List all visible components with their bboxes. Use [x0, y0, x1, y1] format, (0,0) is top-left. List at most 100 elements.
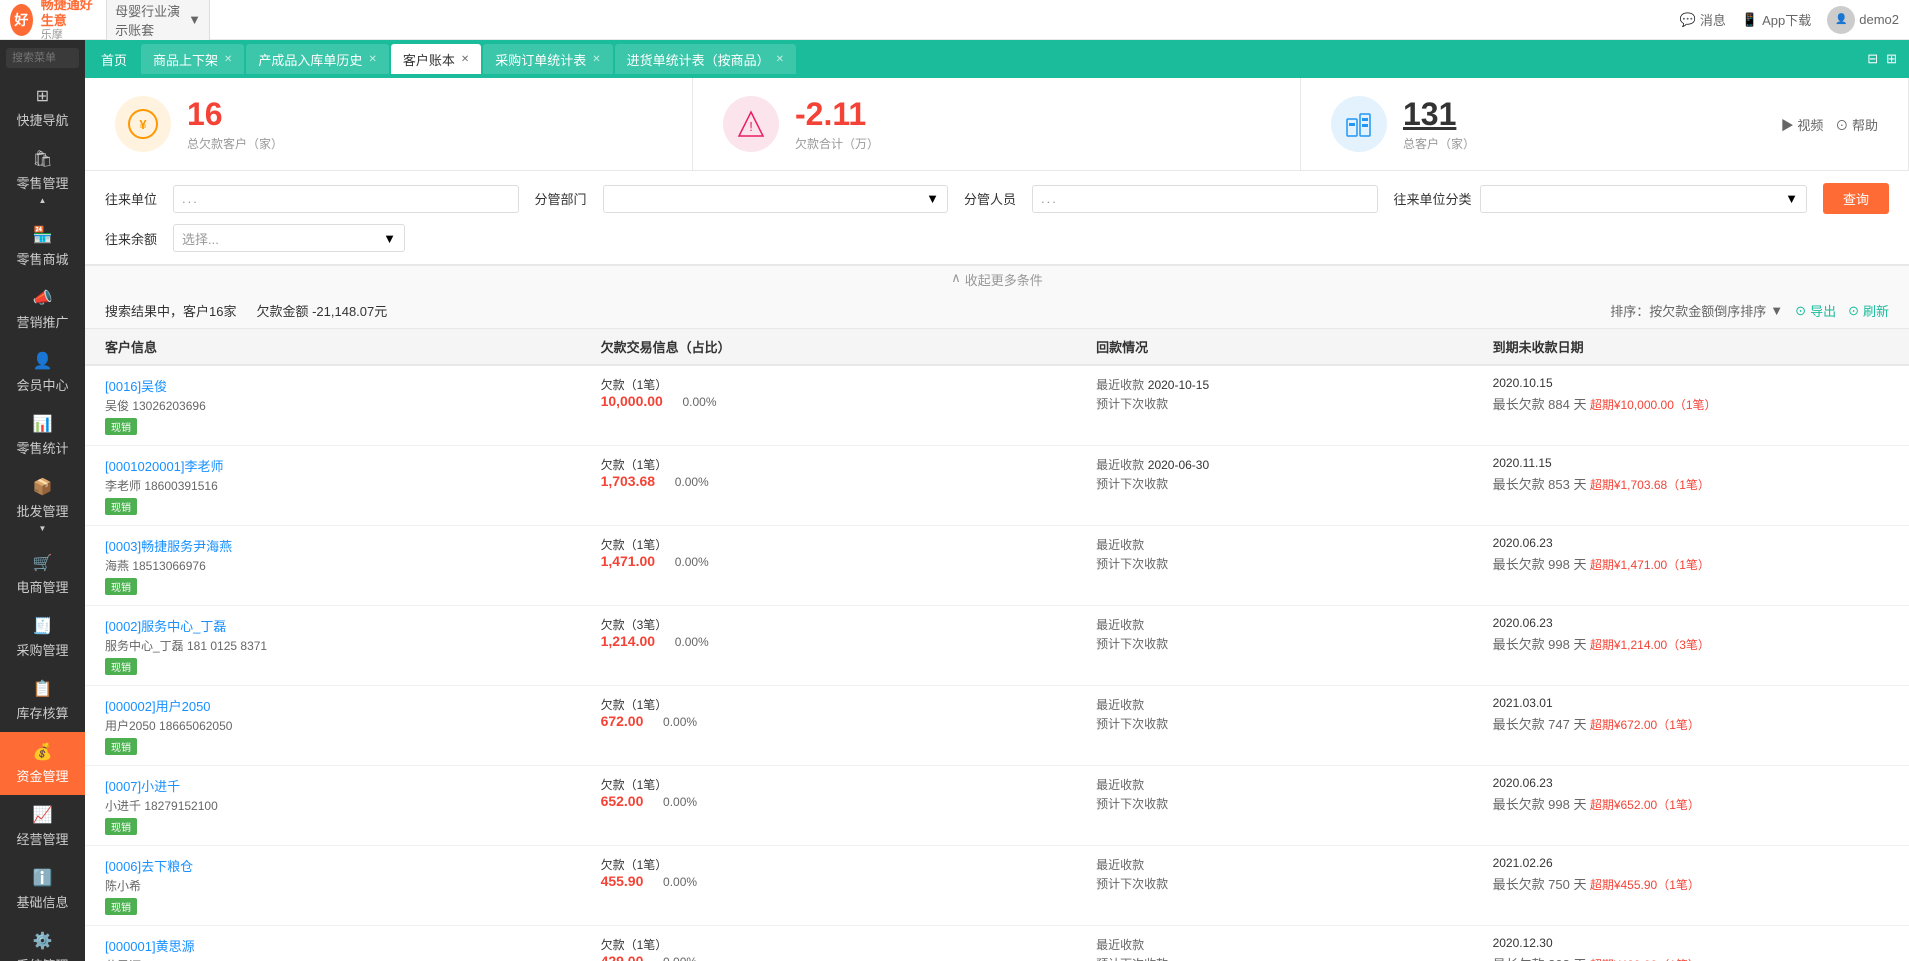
- sidebar-item-ecommerce[interactable]: 🛒 电商管理: [0, 543, 85, 606]
- customer-phone-3: 服务中心_丁磊 181 0125 8371: [105, 637, 601, 654]
- table-row: [0016]吴俊 吴俊 13026203696 现销 欠款（1笔） 10,000…: [85, 366, 1909, 446]
- overdue-days-3: 最长欠款 998 天: [1493, 637, 1587, 652]
- debt-amount-1: 1,703.68: [601, 473, 656, 489]
- dots-icon: ...: [1041, 191, 1058, 206]
- sidebar-item-retail-stats[interactable]: 📊 零售统计: [0, 404, 85, 467]
- tab-minimize-icon[interactable]: ⊟: [1867, 51, 1878, 67]
- customer-phone-2: 海燕 18513066976: [105, 557, 601, 574]
- stat-icon-debtors: ¥: [115, 96, 171, 152]
- tab-label: 采购订单统计表: [495, 50, 586, 69]
- overdue-amount-6[interactable]: 超期¥455.90（1笔）: [1590, 878, 1700, 892]
- debt-amount-7: 429.00: [601, 953, 644, 961]
- overdue-amount-3[interactable]: 超期¥1,214.00（3笔）: [1590, 638, 1710, 652]
- next-pay-label-3: 预计下次收款: [1096, 635, 1492, 652]
- customer-phone-6: 陈小希: [105, 877, 601, 894]
- industry-selector[interactable]: 母婴行业演示账套 ▼: [106, 0, 210, 42]
- message-action[interactable]: 💬 消息: [1680, 10, 1726, 29]
- sidebar-item-sys-mgmt[interactable]: ⚙️ 系统管理: [0, 921, 85, 961]
- tab-product-updown[interactable]: 商品上下架 ✕: [141, 44, 244, 74]
- customer-name-1[interactable]: [0001020001]李老师: [105, 459, 224, 474]
- sidebar-item-purchase[interactable]: 🧾 采购管理: [0, 606, 85, 669]
- customer-name-3[interactable]: [0002]服务中心_丁磊: [105, 619, 226, 634]
- export-button[interactable]: ⊙ 导出: [1795, 301, 1836, 320]
- sidebar-item-inventory[interactable]: 📋 库存核算: [0, 669, 85, 732]
- main-layout: ⊞ 快捷导航 🛍 零售管理 ▲ 🏪 零售商城 📣 营销推广 👤 会员中心 �: [0, 40, 1909, 961]
- overdue-amount-1[interactable]: 超期¥1,703.68（1笔）: [1590, 478, 1710, 492]
- stat-value-debt-total: -2.11: [795, 96, 879, 133]
- retail-mgmt-icon: 🛍: [32, 149, 52, 169]
- customer-name-6[interactable]: [0006]去下粮仓: [105, 859, 193, 874]
- sidebar-item-retail-mgmt[interactable]: 🛍 零售管理 ▲: [0, 139, 85, 215]
- tab-close-icon[interactable]: ✕: [592, 54, 600, 65]
- collapse-row[interactable]: ∧ 收起更多条件: [85, 265, 1909, 293]
- tab-close-icon[interactable]: ✕: [224, 54, 232, 65]
- filter-manager-input[interactable]: ...: [1032, 185, 1378, 213]
- sidebar-item-basic-info[interactable]: ℹ️ 基础信息: [0, 858, 85, 921]
- expand-icon: ▼: [39, 524, 47, 533]
- tab-close-icon[interactable]: ✕: [368, 54, 376, 65]
- overdue-amount-0[interactable]: 超期¥10,000.00（1笔）: [1590, 398, 1717, 412]
- return-info-1: 最近收款 2020-06-30 预计下次收款: [1096, 456, 1492, 492]
- refresh-button[interactable]: ⊙ 刷新: [1848, 301, 1889, 320]
- finance-icon: 💰: [33, 742, 53, 762]
- tab-expand-icon[interactable]: ⊞: [1886, 51, 1897, 67]
- sidebar-item-label: 基础信息: [16, 892, 68, 911]
- debt-percent-3: 0.00%: [675, 635, 709, 649]
- return-info-7: 最近收款 预计下次收款: [1096, 936, 1492, 961]
- customer-name-0[interactable]: [0016]吴俊: [105, 379, 167, 394]
- tab-inbound-stats[interactable]: 进货单统计表（按商品） ✕: [615, 44, 796, 74]
- sidebar: ⊞ 快捷导航 🛍 零售管理 ▲ 🏪 零售商城 📣 营销推广 👤 会员中心 �: [0, 40, 85, 961]
- sidebar-item-retail-shop[interactable]: 🏪 零售商城: [0, 215, 85, 278]
- sidebar-item-label: 采购管理: [16, 640, 68, 659]
- sidebar-item-marketing[interactable]: 📣 营销推广: [0, 278, 85, 341]
- table-row: [0002]服务中心_丁磊 服务中心_丁磊 181 0125 8371 现销 欠…: [85, 606, 1909, 686]
- tab-close-icon[interactable]: ✕: [776, 54, 784, 65]
- search-button[interactable]: 查询: [1823, 183, 1889, 214]
- video-action[interactable]: ▶ 视频: [1781, 115, 1824, 134]
- customer-name-5[interactable]: [0007]小进千: [105, 779, 180, 794]
- filter-manager: 分管人员 ...: [964, 185, 1378, 213]
- debt-count-3: 欠款（3笔）: [601, 616, 1097, 633]
- debt-amount-6: 455.90: [601, 873, 644, 889]
- filter-balance-select[interactable]: 选择... ▼: [173, 224, 405, 252]
- sidebar-item-quick-nav[interactable]: ⊞ 快捷导航: [0, 76, 85, 139]
- debt-count-2: 欠款（1笔）: [601, 536, 1097, 553]
- tab-customer-account[interactable]: 客户账本 ✕: [391, 44, 481, 74]
- filter-unit-category-select[interactable]: ▼: [1480, 185, 1807, 213]
- overdue-amount-5[interactable]: 超期¥652.00（1笔）: [1590, 798, 1700, 812]
- stat-card-total-customers: 131 总客户（家） ▶ 视频 ⊙ 帮助: [1301, 78, 1909, 170]
- debt-count-5: 欠款（1笔）: [601, 776, 1097, 793]
- table-row: [000002]用户2050 用户2050 18665062050 现销 欠款（…: [85, 686, 1909, 766]
- sidebar-item-wholesale-mgmt[interactable]: 📦 批发管理 ▼: [0, 467, 85, 543]
- stat-card-debt-total: ! -2.11 欠款合计（万）: [693, 78, 1301, 170]
- filter-source-unit-input[interactable]: ...: [173, 185, 519, 213]
- next-pay-label-6: 预计下次收款: [1096, 875, 1492, 892]
- tab-home[interactable]: 首页: [89, 44, 139, 74]
- user-action[interactable]: 👤 demo2: [1827, 6, 1899, 34]
- sidebar-search-input[interactable]: [6, 48, 79, 68]
- customer-phone-4: 用户2050 18665062050: [105, 717, 601, 734]
- tab-product-history[interactable]: 产成品入库单历史 ✕: [246, 44, 388, 74]
- tab-close-icon[interactable]: ✕: [461, 54, 469, 65]
- filter-row-2: 往来余额 选择... ▼: [105, 224, 1889, 252]
- sidebar-item-ops[interactable]: 📈 经营管理: [0, 795, 85, 858]
- filter-unit-category-label: 往来单位分类: [1394, 189, 1472, 208]
- app-download-action[interactable]: 📱 App下载: [1742, 10, 1811, 29]
- customer-name-7[interactable]: [000001]黄思源: [105, 939, 195, 954]
- sidebar-item-finance[interactable]: 💰 资金管理: [0, 732, 85, 795]
- help-action[interactable]: ⊙ 帮助: [1835, 115, 1878, 134]
- overdue-amount-4[interactable]: 超期¥672.00（1笔）: [1590, 718, 1700, 732]
- overdue-amount-2[interactable]: 超期¥1,471.00（1笔）: [1590, 558, 1710, 572]
- customer-name-2[interactable]: [0003]畅捷服务尹海燕: [105, 539, 232, 554]
- sidebar-item-member-center[interactable]: 👤 会员中心: [0, 341, 85, 404]
- help-icon: ⊙: [1835, 118, 1848, 133]
- customer-name-4[interactable]: [000002]用户2050: [105, 699, 211, 714]
- filter-department-select[interactable]: ▼: [603, 185, 949, 213]
- industry-label: 母婴行业演示账套: [115, 1, 184, 39]
- debt-info-7: 欠款（1笔） 429.00 0.00%: [601, 936, 1097, 961]
- tab-purchase-order-stats[interactable]: 采购订单统计表 ✕: [483, 44, 612, 74]
- overdue-days-6: 最长欠款 750 天: [1493, 877, 1587, 892]
- filter-area: 往来单位 ... 分管部门 ▼: [85, 171, 1909, 265]
- last-pay-date-0: 2020-10-15: [1148, 378, 1209, 392]
- sort-select[interactable]: 排序：按欠款金额倒序排序 ▼: [1610, 301, 1783, 320]
